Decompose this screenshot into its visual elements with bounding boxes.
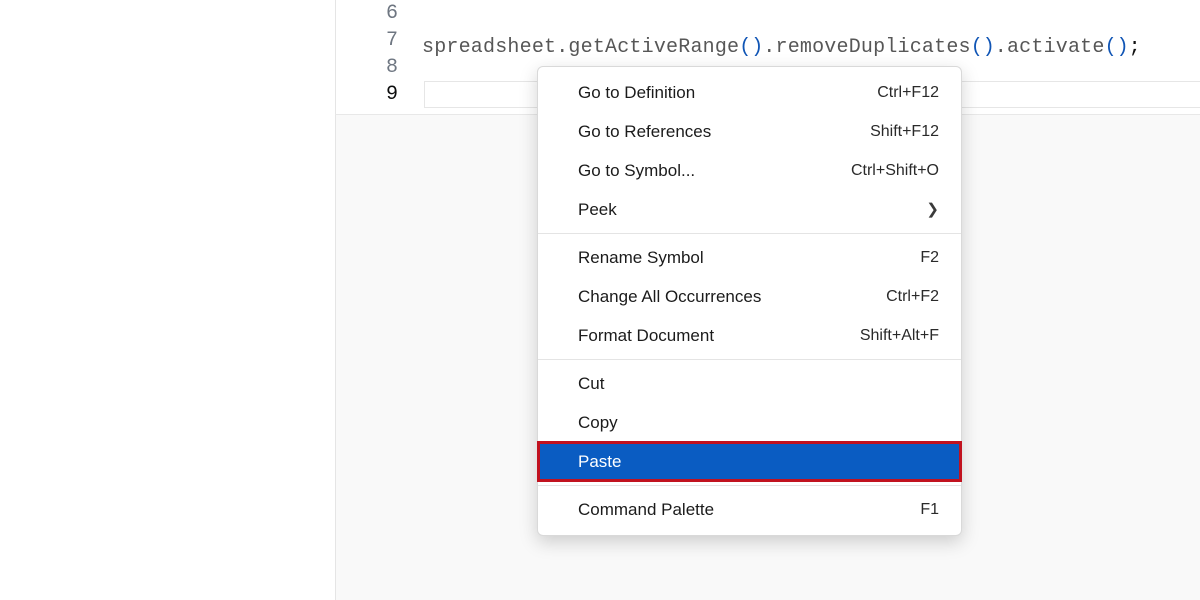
code-token: ; bbox=[1129, 36, 1141, 59]
menu-item-rename-symbol[interactable]: Rename Symbol F2 bbox=[538, 238, 961, 277]
menu-item-label: Go to Definition bbox=[578, 83, 861, 103]
code-token: spreadsheet.getActiveRange bbox=[422, 36, 739, 59]
code-token: .activate bbox=[995, 36, 1105, 59]
menu-item-shortcut: Shift+F12 bbox=[870, 123, 939, 141]
menu-item-shortcut: Ctrl+Shift+O bbox=[851, 162, 939, 180]
menu-item-label: Cut bbox=[578, 374, 939, 394]
code-token: ( bbox=[1105, 36, 1117, 59]
code-token: ) bbox=[1117, 36, 1129, 59]
code-token: ) bbox=[751, 36, 763, 59]
menu-item-label: Go to References bbox=[578, 122, 854, 142]
line-number-current: 9 bbox=[336, 81, 398, 108]
menu-item-copy[interactable]: Copy bbox=[538, 403, 961, 442]
menu-item-format-document[interactable]: Format Document Shift+Alt+F bbox=[538, 316, 961, 355]
menu-item-label: Format Document bbox=[578, 326, 844, 346]
menu-item-shortcut: Shift+Alt+F bbox=[860, 327, 939, 345]
line-number-gutter: 6 7 8 9 bbox=[336, 0, 422, 108]
menu-item-shortcut: Ctrl+F12 bbox=[877, 84, 939, 102]
line-number: 8 bbox=[336, 54, 398, 81]
menu-item-peek[interactable]: Peek ❯ bbox=[538, 190, 961, 229]
context-menu-section: Cut Copy Paste bbox=[538, 359, 961, 481]
menu-item-label: Copy bbox=[578, 413, 939, 433]
menu-item-command-palette[interactable]: Command Palette F1 bbox=[538, 490, 961, 529]
menu-item-label: Change All Occurrences bbox=[578, 287, 870, 307]
menu-item-label: Go to Symbol... bbox=[578, 161, 835, 181]
context-menu-section: Command Palette F1 bbox=[538, 485, 961, 529]
line-number: 6 bbox=[336, 0, 398, 27]
menu-item-change-all-occurrences[interactable]: Change All Occurrences Ctrl+F2 bbox=[538, 277, 961, 316]
menu-item-label: Command Palette bbox=[578, 500, 904, 520]
line-number: 7 bbox=[336, 27, 398, 54]
menu-item-shortcut: Ctrl+F2 bbox=[886, 288, 939, 306]
menu-item-go-to-references[interactable]: Go to References Shift+F12 bbox=[538, 112, 961, 151]
chevron-right-icon: ❯ bbox=[926, 202, 939, 217]
menu-item-shortcut: F1 bbox=[920, 501, 939, 519]
menu-item-go-to-definition[interactable]: Go to Definition Ctrl+F12 bbox=[538, 73, 961, 112]
menu-item-shortcut: F2 bbox=[920, 249, 939, 267]
menu-item-go-to-symbol[interactable]: Go to Symbol... Ctrl+Shift+O bbox=[538, 151, 961, 190]
menu-item-cut[interactable]: Cut bbox=[538, 364, 961, 403]
menu-item-label: Paste bbox=[578, 452, 939, 472]
code-token: ) bbox=[983, 36, 995, 59]
menu-item-label: Rename Symbol bbox=[578, 248, 904, 268]
code-token: .removeDuplicates bbox=[763, 36, 970, 59]
context-menu-section: Go to Definition Ctrl+F12 Go to Referenc… bbox=[538, 73, 961, 229]
code-line[interactable]: spreadsheet.getActiveRange().removeDupli… bbox=[422, 34, 1141, 61]
code-token: ( bbox=[739, 36, 751, 59]
menu-item-label: Peek bbox=[578, 200, 926, 220]
menu-item-paste[interactable]: Paste bbox=[538, 442, 961, 481]
context-menu-section: Rename Symbol F2 Change All Occurrences … bbox=[538, 233, 961, 355]
editor-context-menu[interactable]: Go to Definition Ctrl+F12 Go to Referenc… bbox=[537, 66, 962, 536]
code-token: ( bbox=[971, 36, 983, 59]
